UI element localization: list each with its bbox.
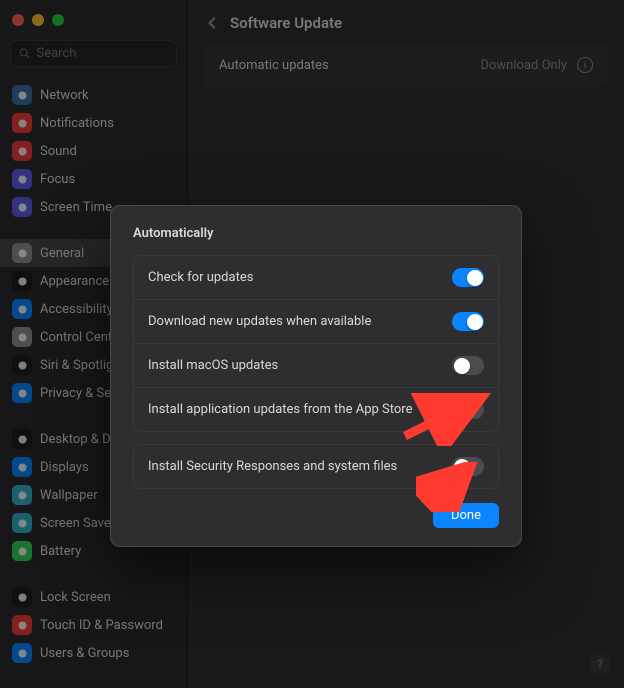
bell-icon: [12, 113, 32, 133]
screensaver-icon: [12, 513, 32, 533]
automatic-updates-value: Download Only: [480, 58, 567, 73]
sidebar-item-label: Screen Time: [40, 200, 112, 215]
toggle-switch[interactable]: [452, 356, 484, 375]
sidebar-item-label: Focus: [40, 172, 75, 187]
sidebar-item-label: Touch ID & Password: [40, 618, 163, 633]
setting-label: Download new updates when available: [148, 314, 371, 329]
battery-icon: [12, 541, 32, 561]
toggle-switch[interactable]: [452, 400, 484, 419]
sidebar-item-label: Sound: [40, 144, 77, 159]
toggle-switch[interactable]: [452, 312, 484, 331]
moon-icon: [12, 169, 32, 189]
search-field-container[interactable]: [10, 40, 177, 67]
sliders-icon: [12, 327, 32, 347]
page-title: Software Update: [230, 14, 342, 32]
sidebar-item-label: General: [40, 246, 84, 261]
contrast-icon: [12, 271, 32, 291]
person-icon: [12, 299, 32, 319]
hourglass-icon: [12, 197, 32, 217]
sidebar-item-label: Notifications: [40, 116, 114, 131]
setting-row: Install Security Responses and system fi…: [134, 445, 498, 488]
speaker-icon: [12, 141, 32, 161]
fingerprint-icon: [12, 615, 32, 635]
automatic-updates-row[interactable]: Automatic updates Download Only i: [204, 44, 608, 86]
sidebar-item-label: Users & Groups: [40, 646, 129, 661]
header: Software Update: [188, 0, 624, 44]
toggle-switch[interactable]: [452, 268, 484, 287]
sidebar-item-lock-screen[interactable]: Lock Screen: [0, 583, 187, 611]
close-window-button[interactable]: [12, 14, 24, 26]
setting-row: Install application updates from the App…: [134, 387, 498, 431]
sidebar-item-label: Lock Screen: [40, 590, 111, 605]
search-input[interactable]: [36, 46, 168, 61]
users-icon: [12, 643, 32, 663]
setting-row: Install macOS updates: [134, 343, 498, 387]
modal-title: Automatically: [133, 226, 499, 241]
sidebar-item-label: Network: [40, 88, 89, 103]
sidebar-item-label: Accessibility: [40, 302, 113, 317]
siri-icon: [12, 355, 32, 375]
wallpaper-icon: [12, 485, 32, 505]
sidebar-item-label: Appearance: [40, 274, 109, 289]
help-button[interactable]: ?: [590, 654, 610, 674]
sidebar-item-focus[interactable]: Focus: [0, 165, 187, 193]
zoom-window-button[interactable]: [52, 14, 64, 26]
setting-row: Download new updates when available: [134, 299, 498, 343]
info-icon[interactable]: i: [577, 57, 593, 73]
toggle-switch[interactable]: [452, 457, 484, 476]
sidebar-item-notifications[interactable]: Notifications: [0, 109, 187, 137]
automatic-updates-modal: Automatically Check for updates Download …: [110, 205, 522, 547]
gear-icon: [12, 243, 32, 263]
search-icon: [19, 47, 30, 60]
done-button[interactable]: Done: [433, 503, 499, 528]
display-icon: [12, 457, 32, 477]
sidebar-item-users-groups[interactable]: Users & Groups: [0, 639, 187, 667]
sidebar-item-label: Wallpaper: [40, 488, 98, 503]
hand-icon: [12, 383, 32, 403]
minimize-window-button[interactable]: [32, 14, 44, 26]
setting-row: Check for updates: [134, 256, 498, 299]
sidebar-item-label: Screen Saver: [40, 516, 115, 531]
sidebar-item-network[interactable]: Network: [0, 81, 187, 109]
sidebar-item-label: Battery: [40, 544, 81, 559]
window-controls: [0, 8, 187, 32]
setting-label: Install application updates from the App…: [148, 402, 412, 417]
sidebar-item-sound[interactable]: Sound: [0, 137, 187, 165]
setting-label: Install macOS updates: [148, 358, 278, 373]
sidebar-item-label: Displays: [40, 460, 89, 475]
setting-label: Install Security Responses and system fi…: [148, 459, 397, 474]
desktop-icon: [12, 429, 32, 449]
lock-icon: [12, 587, 32, 607]
sidebar-item-touch-id-password[interactable]: Touch ID & Password: [0, 611, 187, 639]
back-button[interactable]: [206, 16, 220, 30]
globe-icon: [12, 85, 32, 105]
automatic-updates-label: Automatic updates: [219, 58, 329, 73]
setting-label: Check for updates: [148, 270, 253, 285]
